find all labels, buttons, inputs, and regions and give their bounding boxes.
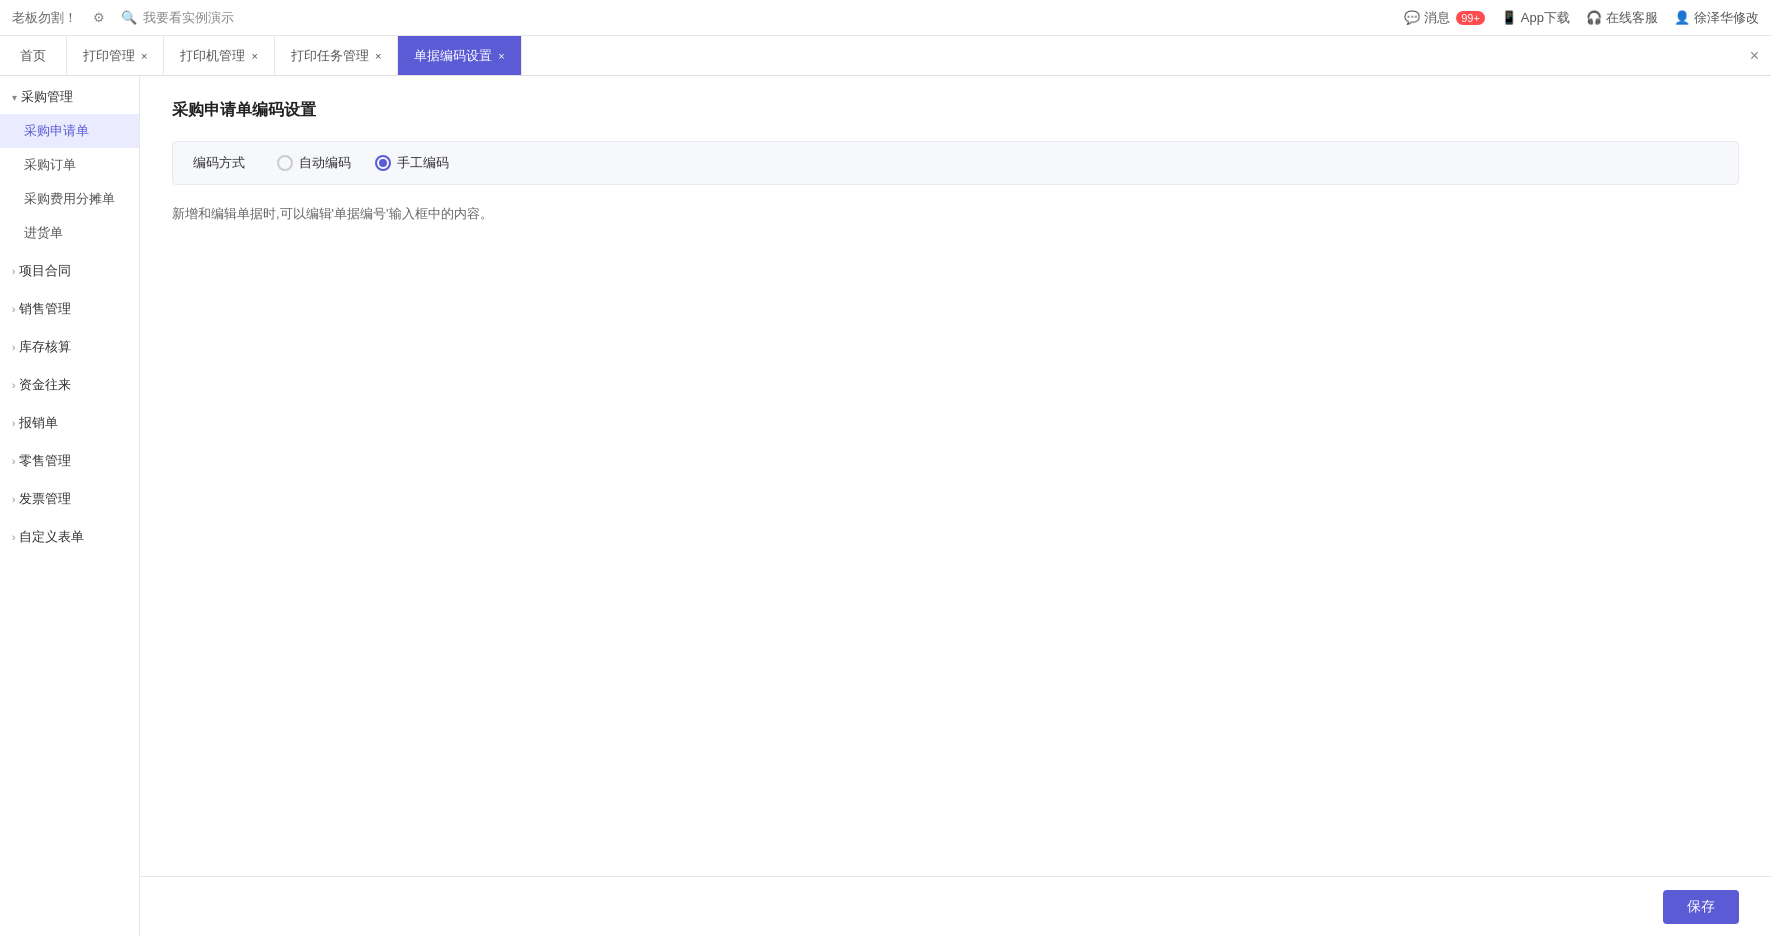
- sidebar-item-purchase-expense[interactable]: 采购费用分摊单: [0, 182, 139, 216]
- collapse-arrow-retail: ›: [12, 456, 15, 467]
- sidebar-group-purchase-header[interactable]: ▾ 采购管理: [0, 80, 139, 114]
- save-button[interactable]: 保存: [1663, 890, 1739, 924]
- radio-auto-circle: [277, 155, 293, 171]
- search-text: 我要看实例演示: [143, 9, 234, 27]
- tab-bar: 首页 打印管理 × 打印机管理 × 打印任务管理 × 单据编码设置 × ×: [0, 36, 1771, 76]
- sidebar-group-custom-header[interactable]: › 自定义表单: [0, 520, 139, 554]
- collapse-arrow-sales: ›: [12, 304, 15, 315]
- sidebar-group-sales-header[interactable]: › 销售管理: [0, 292, 139, 326]
- collapse-arrow-funds: ›: [12, 380, 15, 391]
- tab-voucher-code-close[interactable]: ×: [498, 50, 504, 62]
- search-icon: 🔍: [121, 10, 137, 25]
- tab-printer-manage[interactable]: 打印机管理 ×: [164, 36, 274, 75]
- radio-auto-encoding[interactable]: 自动编码: [277, 154, 351, 172]
- sidebar-group-custom: › 自定义表单: [0, 520, 139, 554]
- tab-print-task-manage-close[interactable]: ×: [375, 50, 381, 62]
- message-label: 消息: [1424, 9, 1450, 27]
- tab-printer-manage-label: 打印机管理: [180, 47, 245, 65]
- sidebar-group-project: › 项目合同: [0, 254, 139, 288]
- collapse-arrow-custom: ›: [12, 532, 15, 543]
- tab-print-manage-close[interactable]: ×: [141, 50, 147, 62]
- top-bar: 老板勿割！ ⚙ 🔍 我要看实例演示 💬 消息 99+ 📱 App下载 🎧 在线客…: [0, 0, 1771, 36]
- service-icon: 🎧: [1586, 10, 1602, 25]
- top-bar-title: 老板勿割！: [12, 9, 77, 27]
- sidebar-group-invoice: › 发票管理: [0, 482, 139, 516]
- sidebar-group-retail-label: 零售管理: [19, 452, 71, 470]
- user-name: 徐泽华修改: [1694, 9, 1759, 27]
- radio-manual-circle: [375, 155, 391, 171]
- sidebar-item-purchase-request-label: 采购申请单: [24, 123, 89, 138]
- page-title: 采购申请单编码设置: [172, 100, 1739, 121]
- online-service-label: 在线客服: [1606, 9, 1658, 27]
- download-icon: 📱: [1501, 10, 1517, 25]
- sidebar: ▾ 采购管理 采购申请单 采购订单 采购费用分摊单 进货单 › 项目合同: [0, 76, 140, 936]
- tab-print-task-manage[interactable]: 打印任务管理 ×: [275, 36, 398, 75]
- tab-home[interactable]: 首页: [0, 36, 67, 75]
- sidebar-item-purchase-order-label: 采购订单: [24, 157, 76, 172]
- content-main: 采购申请单编码设置 编码方式 自动编码 手工编码: [140, 76, 1771, 876]
- encoding-label: 编码方式: [193, 154, 245, 172]
- radio-manual-label: 手工编码: [397, 154, 449, 172]
- radio-manual-encoding[interactable]: 手工编码: [375, 154, 449, 172]
- online-service-item[interactable]: 🎧 在线客服: [1586, 9, 1658, 27]
- sidebar-group-funds: › 资金往来: [0, 368, 139, 402]
- message-icon: 💬: [1404, 10, 1420, 25]
- message-badge: 99+: [1456, 11, 1485, 25]
- sidebar-group-funds-header[interactable]: › 资金往来: [0, 368, 139, 402]
- sidebar-group-invoice-header[interactable]: › 发票管理: [0, 482, 139, 516]
- sidebar-group-sales: › 销售管理: [0, 292, 139, 326]
- sidebar-item-purchase-order[interactable]: 采购订单: [0, 148, 139, 182]
- tab-print-task-manage-label: 打印任务管理: [291, 47, 369, 65]
- tab-printer-manage-close[interactable]: ×: [251, 50, 257, 62]
- sidebar-group-funds-label: 资金往来: [19, 376, 71, 394]
- user-item[interactable]: 👤 徐泽华修改: [1674, 9, 1759, 27]
- tab-print-manage[interactable]: 打印管理 ×: [67, 36, 164, 75]
- window-close-button[interactable]: ×: [1750, 47, 1759, 65]
- tab-voucher-code-label: 单据编码设置: [414, 47, 492, 65]
- sidebar-group-invoice-label: 发票管理: [19, 490, 71, 508]
- top-bar-left: 老板勿割！ ⚙ 🔍 我要看实例演示: [12, 8, 234, 28]
- collapse-arrow-inventory: ›: [12, 342, 15, 353]
- sidebar-group-inventory-header[interactable]: › 库存核算: [0, 330, 139, 364]
- tab-print-manage-label: 打印管理: [83, 47, 135, 65]
- content-footer: 保存: [140, 876, 1771, 936]
- sidebar-group-purchase: ▾ 采购管理 采购申请单 采购订单 采购费用分摊单 进货单: [0, 80, 139, 250]
- sidebar-group-inventory-label: 库存核算: [19, 338, 71, 356]
- collapse-arrow-returns: ›: [12, 418, 15, 429]
- sidebar-group-inventory: › 库存核算: [0, 330, 139, 364]
- collapse-arrow-invoice: ›: [12, 494, 15, 505]
- sidebar-item-stock-in-label: 进货单: [24, 225, 63, 240]
- sidebar-group-custom-label: 自定义表单: [19, 528, 84, 546]
- top-bar-right: 💬 消息 99+ 📱 App下载 🎧 在线客服 👤 徐泽华修改: [1404, 9, 1759, 27]
- radio-auto-label: 自动编码: [299, 154, 351, 172]
- tab-bar-right: ×: [522, 47, 1771, 65]
- content-area: 采购申请单编码设置 编码方式 自动编码 手工编码: [140, 76, 1771, 936]
- hint-text: 新增和编辑单据时,可以编辑'单据编号'输入框中的内容。: [172, 205, 1739, 223]
- sidebar-group-retail-header[interactable]: › 零售管理: [0, 444, 139, 478]
- sidebar-item-purchase-expense-label: 采购费用分摊单: [24, 191, 115, 206]
- settings-icon[interactable]: ⚙: [89, 8, 109, 28]
- app-download-label: App下载: [1521, 9, 1570, 27]
- sidebar-group-returns-label: 报销单: [19, 414, 58, 432]
- collapse-arrow-purchase: ▾: [12, 92, 17, 103]
- search-bar[interactable]: 🔍 我要看实例演示: [121, 9, 234, 27]
- sidebar-group-returns: › 报销单: [0, 406, 139, 440]
- collapse-arrow-project: ›: [12, 266, 15, 277]
- radio-group: 自动编码 手工编码: [277, 154, 449, 172]
- sidebar-group-project-label: 项目合同: [19, 262, 71, 280]
- sidebar-item-purchase-request[interactable]: 采购申请单: [0, 114, 139, 148]
- sidebar-group-project-header[interactable]: › 项目合同: [0, 254, 139, 288]
- app-download-item[interactable]: 📱 App下载: [1501, 9, 1570, 27]
- sidebar-group-returns-header[interactable]: › 报销单: [0, 406, 139, 440]
- user-icon: 👤: [1674, 10, 1690, 25]
- tab-voucher-code-setting[interactable]: 单据编码设置 ×: [398, 36, 521, 75]
- tab-home-label: 首页: [20, 47, 46, 65]
- sidebar-group-sales-label: 销售管理: [19, 300, 71, 318]
- sidebar-group-retail: › 零售管理: [0, 444, 139, 478]
- message-item[interactable]: 💬 消息 99+: [1404, 9, 1485, 27]
- sidebar-item-stock-in[interactable]: 进货单: [0, 216, 139, 250]
- main-layout: ▾ 采购管理 采购申请单 采购订单 采购费用分摊单 进货单 › 项目合同: [0, 76, 1771, 936]
- encoding-section: 编码方式 自动编码 手工编码: [172, 141, 1739, 185]
- sidebar-group-purchase-label: 采购管理: [21, 88, 73, 106]
